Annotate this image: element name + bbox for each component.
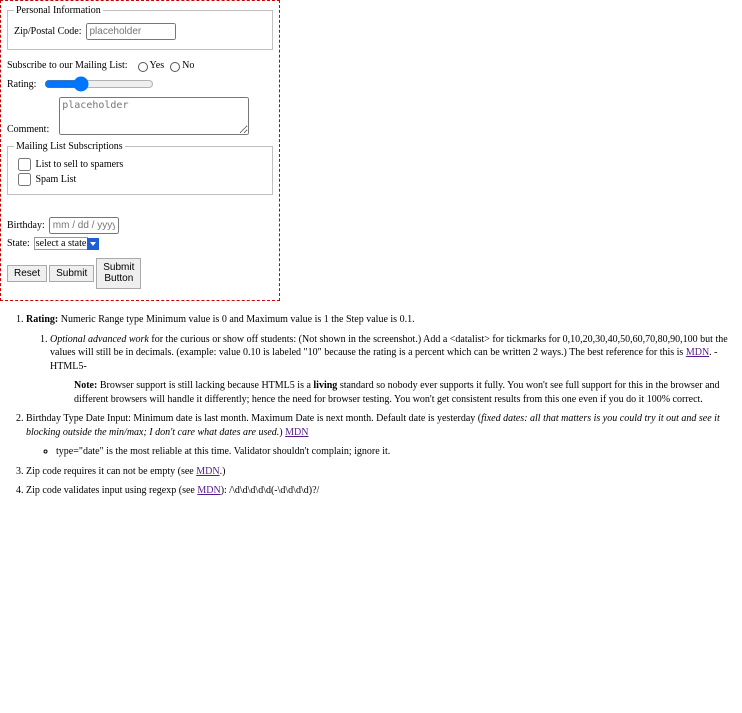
submit-button-alt[interactable]: Submit Button (96, 258, 141, 289)
personal-info-legend: Personal Information (14, 5, 103, 16)
mdn-link[interactable]: MDN (197, 485, 220, 496)
button-row: Submit Button (7, 258, 273, 289)
comment-row: Comment: (7, 97, 273, 135)
subscribe-row: Subscribe to our Mailing List: Yes No (7, 60, 273, 71)
note-block: Note: Browser support is still lacking b… (74, 379, 742, 406)
mailing-fieldset: Mailing List Subscriptions List to sell … (7, 141, 273, 195)
subscribe-no-label: No (182, 60, 194, 71)
zip-input[interactable] (86, 23, 176, 40)
chevron-down-icon[interactable] (87, 238, 99, 250)
personal-info-fieldset: Personal Information Zip/Postal Code: (7, 5, 273, 50)
subscribe-yes-radio[interactable] (138, 62, 148, 72)
item4-tail: ): /\d\d\d\d\d(-\d\d\d\d)?/ (221, 485, 320, 496)
subscribe-yes-label: Yes (150, 60, 165, 71)
state-row: State: select a state (7, 237, 273, 250)
mailing-item-2: Spam List (14, 173, 266, 186)
reset-button[interactable] (7, 265, 47, 282)
comment-label: Comment: (7, 124, 49, 135)
mailing-item-2-label: Spam List (36, 174, 77, 185)
rating-row: Rating: (7, 74, 273, 94)
item1-body: Numeric Range type Minimum value is 0 an… (58, 314, 414, 325)
sublist-1: Optional advanced work for the curious o… (26, 333, 742, 407)
note-prefix: Note: (74, 380, 97, 391)
list-item: Birthday Type Date Input: Minimum date i… (26, 412, 742, 459)
birthday-input[interactable] (49, 217, 119, 234)
note-living: living (313, 380, 337, 391)
mailing-item-1: List to sell to spamers (14, 158, 266, 171)
mdn-link[interactable]: MDN (686, 347, 709, 358)
mailing-checkbox-2[interactable] (18, 173, 31, 186)
list-item: Optional advanced work for the curious o… (50, 333, 742, 407)
subscribe-no-radio[interactable] (170, 62, 180, 72)
instructions-list: Rating: Numeric Range type Minimum value… (0, 313, 742, 498)
note-body: Browser support is still lacking because… (97, 380, 313, 391)
item2-sublist: type="date" is the most reliable at this… (26, 445, 742, 459)
item2-body: Birthday Type Date Input: Minimum date i… (26, 413, 481, 424)
mailing-item-1-label: List to sell to spamers (36, 159, 124, 170)
subscribe-label: Subscribe to our Mailing List: (7, 60, 128, 71)
comment-textarea[interactable] (59, 97, 249, 135)
item3-tail: .) (220, 466, 226, 477)
list-item: Rating: Numeric Range type Minimum value… (26, 313, 742, 406)
submit-button[interactable] (49, 265, 94, 282)
mailing-checkbox-1[interactable] (18, 158, 31, 171)
state-label: State: (7, 238, 30, 249)
item1-title: Rating: (26, 314, 58, 325)
mdn-link[interactable]: MDN (196, 466, 219, 477)
list-item: type="date" is the most reliable at this… (56, 445, 742, 459)
state-select[interactable]: select a state (34, 237, 89, 250)
birthday-label: Birthday: (7, 220, 45, 231)
list-item: Zip code requires it can not be empty (s… (26, 465, 742, 479)
item4-body: Zip code validates input using regexp (s… (26, 485, 197, 496)
form-container: Personal Information Zip/Postal Code: Su… (0, 0, 280, 301)
rating-slider[interactable] (44, 76, 154, 92)
item1-sub-body: for the curious or show off students: (N… (50, 334, 728, 359)
zip-label: Zip/Postal Code: (14, 26, 82, 37)
item1-sub-prefix: Optional advanced work (50, 334, 149, 345)
list-item: Zip code validates input using regexp (s… (26, 484, 742, 498)
state-select-value: select a state (36, 238, 87, 249)
mdn-link[interactable]: MDN (285, 427, 308, 438)
birthday-row: Birthday: (7, 217, 273, 234)
item3-body: Zip code requires it can not be empty (s… (26, 466, 196, 477)
rating-label: Rating: (7, 79, 36, 90)
mailing-legend: Mailing List Subscriptions (14, 141, 125, 152)
